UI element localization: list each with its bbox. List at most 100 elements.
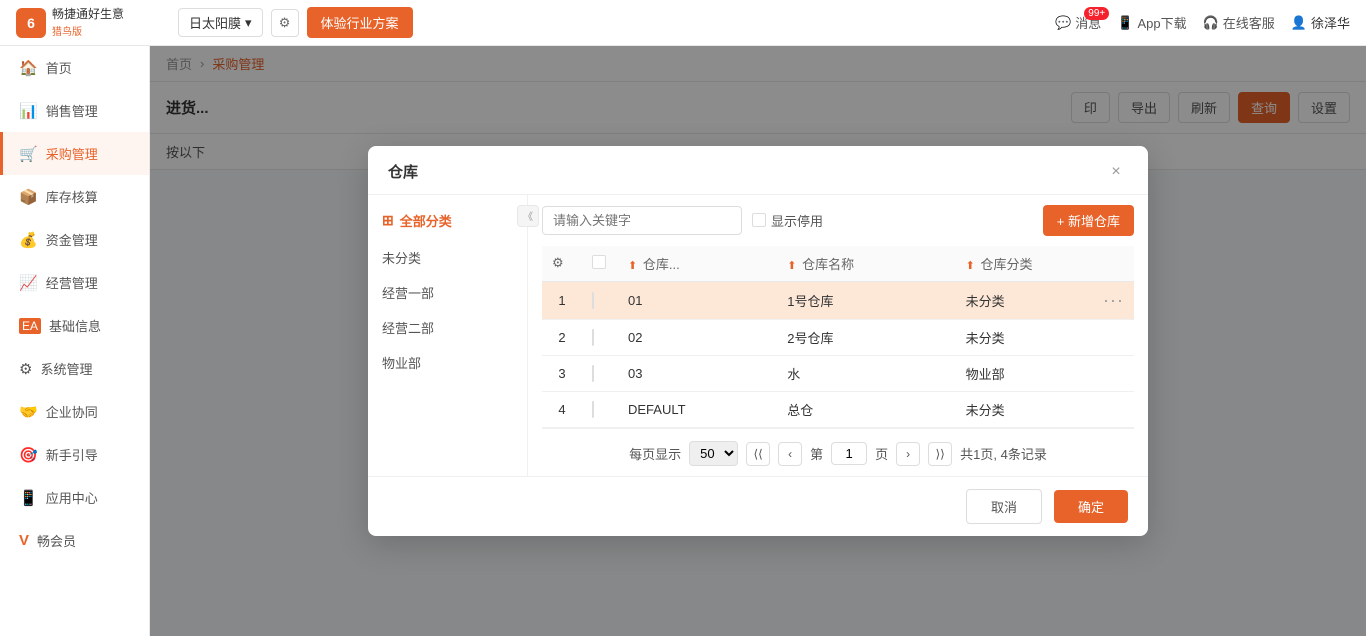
category-item-0[interactable]: 未分类	[368, 240, 527, 275]
row-checkbox-cell	[582, 320, 618, 356]
first-page-button[interactable]: ⟨⟨	[746, 442, 770, 466]
user-avatar: 👤	[1291, 15, 1307, 31]
operations-icon: 📈	[19, 274, 38, 292]
row-code: 01	[618, 281, 777, 320]
header-mid: 日太阳膜 ▾ ⚙ 体验行业方案	[178, 7, 1043, 38]
grid-icon: ⊞	[382, 212, 394, 229]
sidebar-item-sales[interactable]: 📊 销售管理	[0, 89, 149, 132]
table-row[interactable]: 1 01 1号仓库 未分类 ···	[542, 281, 1134, 320]
brand-sub: 猎鸟版	[52, 23, 124, 38]
sidebar-item-basic-info[interactable]: EA 基础信息	[0, 304, 149, 347]
row-checkbox[interactable]	[592, 329, 594, 346]
app-center-icon: 📱	[19, 489, 38, 507]
brand-name: 畅捷通好生意	[52, 7, 124, 23]
last-page-button[interactable]: ⟩⟩	[928, 442, 952, 466]
pagination: 每页显示 50 ⟨⟨ ‹ 第 页 › ⟩⟩ 共1页, 4条记录	[542, 428, 1134, 476]
show-disabled-label[interactable]: 显示停用	[752, 211, 823, 230]
row-checkbox-cell	[582, 356, 618, 392]
more-options-button[interactable]: ···	[1103, 290, 1124, 311]
sidebar-item-inventory[interactable]: 📦 库存核算	[0, 175, 149, 218]
row-name: 2号仓库	[777, 320, 955, 356]
purchase-icon: 🛒	[19, 145, 38, 163]
sidebar-item-enterprise[interactable]: 🤝 企业协同	[0, 390, 149, 433]
chevron-down-icon: ▾	[245, 15, 252, 31]
show-disabled-checkbox[interactable]	[752, 213, 766, 227]
top-header: 6 畅捷通好生意 猎鸟版 日太阳膜 ▾ ⚙ 体验行业方案 💬 消息 99+ 📱 …	[0, 0, 1366, 46]
settings-button[interactable]: ⚙	[271, 9, 299, 37]
table-row[interactable]: 3 03 水 物业部	[542, 356, 1134, 392]
row-checkbox[interactable]	[592, 401, 594, 418]
th-checkbox	[582, 246, 618, 282]
table-body: 1 01 1号仓库 未分类 ··· 2 02 2号仓库 未分类 3	[542, 281, 1134, 428]
app-download-button[interactable]: 📱 App下载	[1117, 13, 1186, 32]
row-name: 总仓	[777, 392, 955, 428]
sidebar-item-purchase[interactable]: 🛒 采购管理	[0, 132, 149, 175]
modal-footer: 取消 确定	[368, 476, 1148, 536]
table-toolbar: 🔍 显示停用 + 新增仓库	[542, 205, 1134, 236]
prev-page-button[interactable]: ‹	[778, 442, 802, 466]
sidebar-item-membership[interactable]: V 畅会员	[0, 519, 149, 562]
row-checkbox-cell	[582, 281, 618, 320]
row-checkbox-cell	[582, 392, 618, 428]
basic-info-icon: EA	[19, 318, 41, 334]
table-area: 🔍 显示停用 + 新增仓库	[528, 195, 1148, 477]
messages-badge: 99+	[1084, 7, 1109, 20]
sidebar-item-guide[interactable]: 🎯 新手引导	[0, 433, 149, 476]
row-category: 未分类 ···	[956, 282, 1134, 320]
sidebar-item-finance[interactable]: 💰 资金管理	[0, 218, 149, 261]
sort-icon-3: ⬆	[966, 260, 975, 272]
select-all-checkbox[interactable]	[592, 255, 606, 269]
category-item-1[interactable]: 经营一部	[368, 275, 527, 310]
page-number-input[interactable]	[831, 442, 867, 465]
headset-icon: 🎧	[1203, 15, 1219, 31]
sidebar: 🏠 首页 📊 销售管理 🛒 采购管理 📦 库存核算 💰 资金管理 📈 经营管理 …	[0, 46, 150, 636]
sidebar-item-home[interactable]: 🏠 首页	[0, 46, 149, 89]
row-code: 02	[618, 320, 777, 356]
row-number: 1	[542, 281, 582, 320]
table-row[interactable]: 4 DEFAULT 总仓 未分类	[542, 392, 1134, 428]
sidebar-item-operations[interactable]: 📈 经营管理	[0, 261, 149, 304]
branch-selector[interactable]: 日太阳膜 ▾	[178, 8, 263, 37]
trial-button[interactable]: 体验行业方案	[307, 7, 413, 38]
enterprise-icon: 🤝	[19, 403, 38, 421]
search-button[interactable]: 🔍	[739, 207, 742, 234]
sidebar-item-system[interactable]: ⚙ 系统管理	[0, 347, 149, 390]
collapse-button[interactable]: 《	[517, 205, 539, 227]
modal-title: 仓库	[388, 161, 418, 182]
row-number: 3	[542, 356, 582, 392]
messages-button[interactable]: 💬 消息 99+	[1055, 13, 1101, 32]
row-code: 03	[618, 356, 777, 392]
modal-overlay: 仓库 × ⊞ 全部分类 《 未分类 经营一部 经营二部	[150, 46, 1366, 636]
home-icon: 🏠	[19, 59, 38, 77]
row-checkbox[interactable]	[592, 365, 594, 382]
row-category: 未分类	[956, 320, 1134, 356]
table-row[interactable]: 2 02 2号仓库 未分类	[542, 320, 1134, 356]
modal-body: ⊞ 全部分类 《 未分类 经营一部 经营二部 物业部	[368, 195, 1148, 477]
next-page-button[interactable]: ›	[896, 442, 920, 466]
modal-header: 仓库 ×	[368, 146, 1148, 195]
category-item-3[interactable]: 物业部	[368, 345, 527, 380]
online-service-button[interactable]: 🎧 在线客服	[1203, 13, 1275, 32]
confirm-button[interactable]: 确定	[1054, 490, 1128, 523]
message-icon: 💬	[1055, 15, 1071, 31]
th-name: ⬆ 仓库名称	[777, 246, 955, 282]
row-number: 4	[542, 392, 582, 428]
sort-icon-2: ⬆	[787, 260, 796, 272]
row-category: 未分类	[956, 392, 1134, 428]
sort-icon: ⬆	[628, 260, 637, 272]
add-warehouse-button[interactable]: + 新增仓库	[1043, 205, 1134, 236]
table-scroll: ⚙ ⬆ 仓库...	[542, 246, 1134, 429]
search-input[interactable]	[543, 208, 739, 233]
header-right: 💬 消息 99+ 📱 App下载 🎧 在线客服 👤 徐泽华	[1055, 13, 1350, 32]
th-category: ⬆ 仓库分类	[956, 246, 1134, 282]
category-item-2[interactable]: 经营二部	[368, 310, 527, 345]
modal-close-button[interactable]: ×	[1104, 160, 1128, 184]
category-header[interactable]: ⊞ 全部分类	[368, 205, 527, 240]
cancel-button[interactable]: 取消	[966, 489, 1042, 524]
user-profile[interactable]: 👤 徐泽华	[1291, 13, 1350, 32]
page-size-select[interactable]: 50	[689, 441, 738, 466]
settings-icon: ⚙	[552, 255, 564, 270]
row-checkbox[interactable]	[592, 292, 594, 309]
table-header-row: ⚙ ⬆ 仓库...	[542, 246, 1134, 282]
sidebar-item-app-center[interactable]: 📱 应用中心	[0, 476, 149, 519]
